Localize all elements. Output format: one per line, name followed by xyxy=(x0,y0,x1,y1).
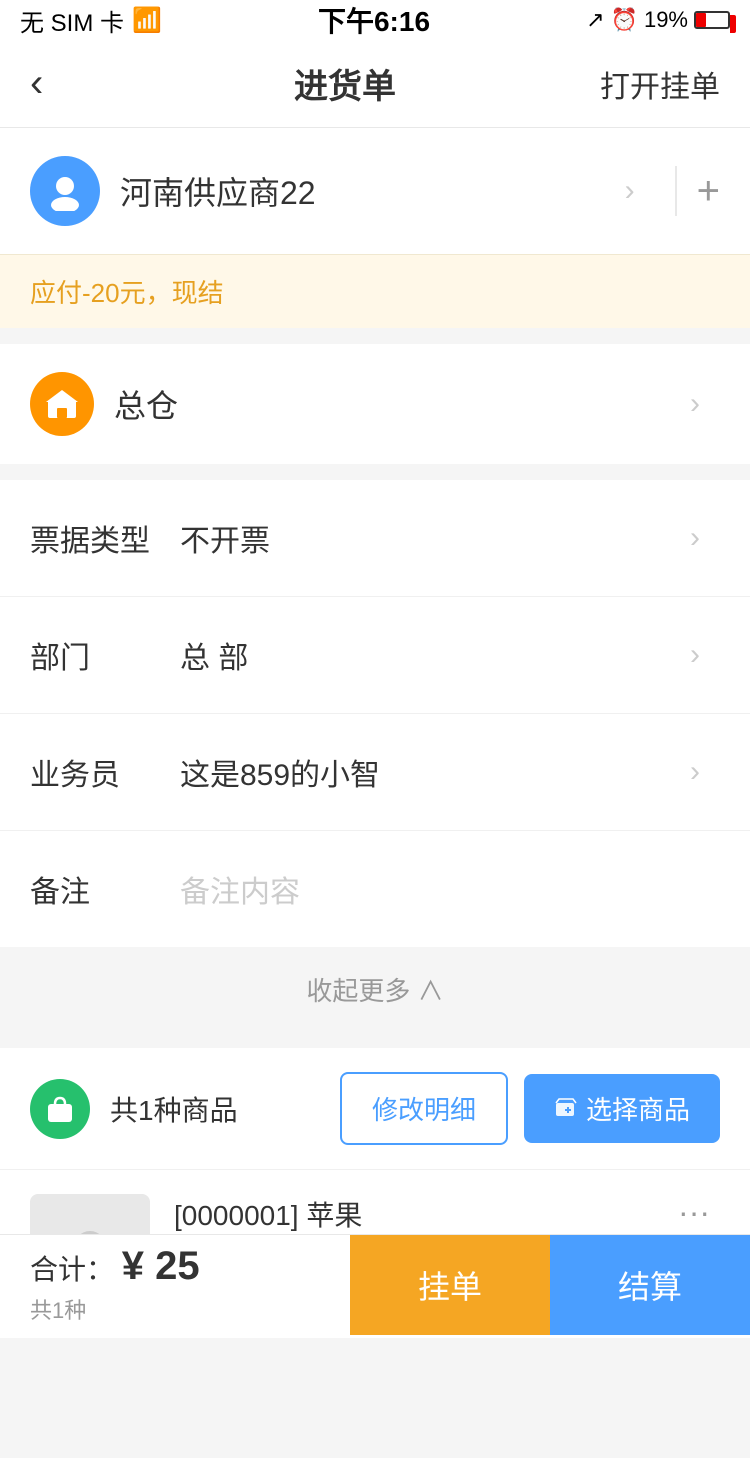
total-section: 合计： ¥ 25 共1种 xyxy=(0,1244,350,1325)
chevron-right-icon: › xyxy=(690,387,700,421)
invoice-value: 不开票 xyxy=(160,516,690,560)
chevron-right-icon: › xyxy=(690,755,700,789)
payment-notice: 应付-20元，现结 xyxy=(0,254,750,328)
status-time: 下午6:16 xyxy=(318,0,430,40)
more-options-button[interactable]: ··· xyxy=(668,1194,720,1231)
supplier-card: 河南供应商22 › + 应付-20元，现结 xyxy=(0,128,750,328)
wifi-icon: 📶 xyxy=(132,6,162,35)
cart-icon xyxy=(554,1097,578,1121)
supplier-row[interactable]: 河南供应商22 › + xyxy=(0,128,750,254)
status-left: 无 SIM 卡 📶 xyxy=(20,3,162,38)
page-title: 进货单 xyxy=(294,59,396,108)
edit-detail-button[interactable]: 修改明细 xyxy=(340,1072,508,1145)
location-icon: ↗ xyxy=(586,7,604,33)
department-value: 总 部 xyxy=(160,633,690,677)
remark-row[interactable]: 备注 备注内容 xyxy=(0,831,750,947)
select-product-button[interactable]: 选择商品 xyxy=(524,1074,720,1143)
warehouse-icon xyxy=(44,386,80,422)
warehouse-name: 总仓 xyxy=(114,381,690,427)
invoice-row[interactable]: 票据类型 不开票 › xyxy=(0,480,750,597)
bottom-bar: 合计： ¥ 25 共1种 挂单 结算 xyxy=(0,1234,750,1334)
carrier-text: 无 SIM 卡 xyxy=(20,3,124,38)
nav-bar: ‹ 进货单 打开挂单 xyxy=(0,40,750,128)
checkout-button[interactable]: 结算 xyxy=(550,1235,750,1335)
add-button[interactable]: + xyxy=(697,169,720,214)
alarm-icon: ⏰ xyxy=(611,7,638,33)
product-count: 共1种商品 xyxy=(110,1089,340,1129)
department-row[interactable]: 部门 总 部 › xyxy=(0,597,750,714)
salesman-row[interactable]: 业务员 这是859的小智 › xyxy=(0,714,750,831)
back-button[interactable]: ‹ xyxy=(30,61,90,106)
status-right: ↗ ⏰ 19% xyxy=(586,7,730,33)
supplier-name: 河南供应商22 xyxy=(120,168,625,214)
warehouse-card: 总仓 › xyxy=(0,344,750,464)
collapse-button[interactable]: 收起更多 ∧ xyxy=(0,947,750,1032)
hang-order-button[interactable]: 挂单 xyxy=(350,1235,550,1335)
salesman-label: 业务员 xyxy=(30,750,160,794)
total-label: 合计： xyxy=(30,1254,114,1285)
supplier-avatar xyxy=(30,156,100,226)
warehouse-icon-wrap xyxy=(30,372,94,436)
select-product-label: 选择商品 xyxy=(586,1090,690,1127)
salesman-value: 这是859的小智 xyxy=(160,750,690,794)
remark-label: 备注 xyxy=(30,867,160,911)
warehouse-row[interactable]: 总仓 › xyxy=(0,344,750,464)
battery-text: 19% xyxy=(644,7,688,33)
chevron-right-icon: › xyxy=(690,638,700,672)
chevron-right-icon: › xyxy=(625,174,635,208)
product-header: 共1种商品 修改明细 选择商品 xyxy=(0,1048,750,1169)
remark-input[interactable]: 备注内容 xyxy=(160,867,720,911)
total-amount: ¥ 25 xyxy=(122,1244,200,1288)
open-hang-button[interactable]: 打开挂单 xyxy=(600,62,720,106)
chevron-right-icon: › xyxy=(690,521,700,555)
shopping-bag-icon xyxy=(43,1092,77,1126)
department-label: 部门 xyxy=(30,633,160,677)
invoice-label: 票据类型 xyxy=(30,516,160,560)
vertical-divider xyxy=(675,166,677,216)
battery-icon xyxy=(694,11,730,29)
product-name: [0000001] 苹果 xyxy=(174,1194,668,1234)
user-icon xyxy=(45,171,85,211)
collapse-label: 收起更多 ∧ xyxy=(306,971,443,1008)
total-count: 共1种 xyxy=(30,1293,320,1325)
form-card: 票据类型 不开票 › 部门 总 部 › 业务员 这是859的小智 › 备注 备注… xyxy=(0,480,750,947)
product-icon-wrap xyxy=(30,1079,90,1139)
status-bar: 无 SIM 卡 📶 下午6:16 ↗ ⏰ 19% xyxy=(0,0,750,40)
bottom-spacer xyxy=(0,1338,750,1458)
